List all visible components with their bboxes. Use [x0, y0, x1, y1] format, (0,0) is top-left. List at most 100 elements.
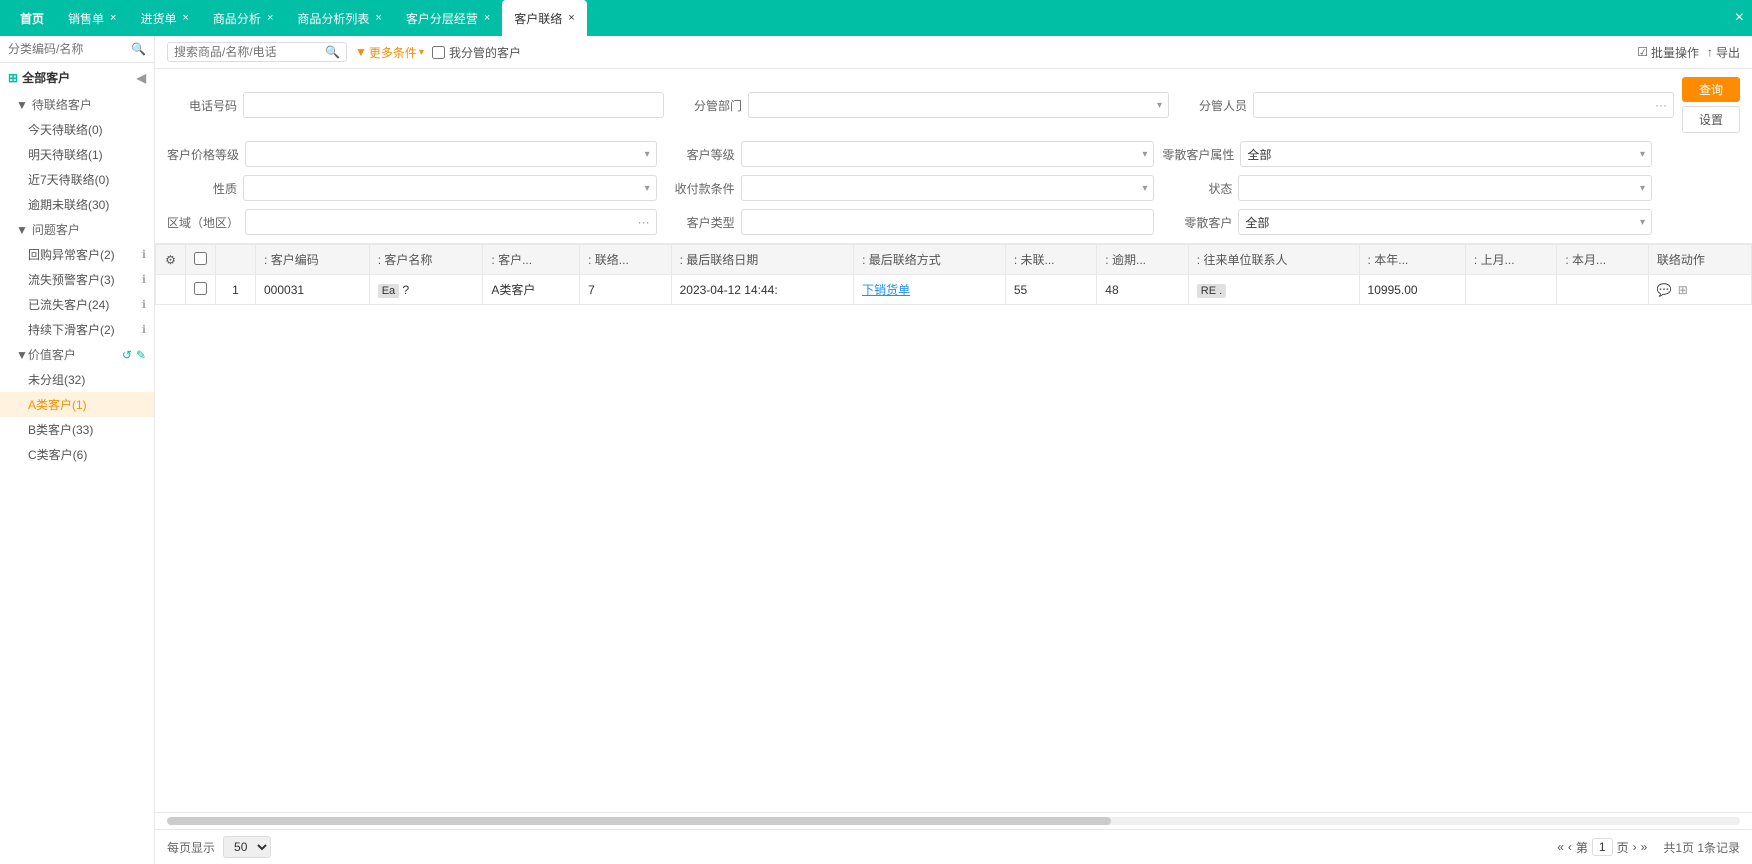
scroll-track[interactable]	[167, 817, 1740, 825]
row-seq: 1	[216, 275, 256, 305]
sidebar-item-a-class[interactable]: A类客户(1)	[0, 392, 154, 417]
close-segment-icon[interactable]: ×	[484, 12, 490, 24]
chevron-icon-5: ▾	[1142, 183, 1147, 194]
filter-search-box: 🔍	[167, 42, 347, 62]
row-checkbox[interactable]	[194, 282, 207, 295]
dept-select[interactable]: ▾	[748, 92, 1169, 118]
chat-icon[interactable]: 💬	[1657, 283, 1672, 297]
close-purchase-icon[interactable]: ×	[182, 12, 188, 24]
last-method-link[interactable]: 下销货单	[862, 283, 910, 297]
close-goods-analysis-icon[interactable]: ×	[267, 12, 273, 24]
customer-level-select[interactable]: ▾	[741, 141, 1155, 167]
sidebar-item-churned[interactable]: 已流失客户(24) ℹ	[0, 292, 154, 317]
close-goods-list-icon[interactable]: ×	[375, 12, 381, 24]
last-page-button[interactable]: »	[1641, 840, 1648, 854]
nav-goods-analysis-list[interactable]: 商品分析列表 ×	[285, 0, 393, 36]
name-column-header: : 客户名称	[369, 245, 483, 275]
region-select[interactable]: ···	[245, 209, 657, 235]
prev-page-button[interactable]: ‹	[1568, 840, 1572, 854]
problem-customers-section[interactable]: ▼ 问题客户	[0, 217, 154, 242]
chevron-icon-2: ▾	[1142, 149, 1147, 160]
sidebar-item-overdue-contact[interactable]: 逾期未联络(30)	[0, 192, 154, 217]
this-year-column-header: : 本年...	[1359, 245, 1465, 275]
customer-type-input[interactable]	[741, 209, 1155, 235]
sidebar-item-today-contact[interactable]: 今天待联络(0)	[0, 117, 154, 142]
current-page-input[interactable]: 1	[1592, 838, 1613, 856]
chevron-icon-7: ▾	[1640, 217, 1645, 228]
info-icon-3: ℹ	[142, 298, 146, 311]
my-customers-checkbox[interactable]	[432, 46, 445, 59]
type-column-header: : 客户...	[483, 245, 580, 275]
sidebar-search-input[interactable]	[8, 42, 131, 56]
dots-icon[interactable]: ···	[1655, 98, 1667, 112]
select-all-checkbox[interactable]	[194, 252, 207, 265]
sidebar-item-unclassified[interactable]: 未分组(32)	[0, 367, 154, 392]
nav-home[interactable]: 首页	[8, 0, 56, 36]
sidebar-item-churn-warning[interactable]: 流失预警客户(3) ℹ	[0, 267, 154, 292]
main-layout: 🔍 ⊞ 全部客户 ◀ ▼ 待联络客户 今天待联络(0) 明天待联络(1) 近7天…	[0, 36, 1752, 864]
retail-customer-select[interactable]: 全部 ▾	[1238, 209, 1652, 235]
section-arrow-icon-2: ▼	[16, 223, 28, 237]
sidebar-search-box: 🔍	[0, 36, 154, 63]
sidebar-item-c-class[interactable]: C类客户(6)	[0, 442, 154, 467]
price-level-select[interactable]: ▾	[245, 141, 657, 167]
retail-attr-select[interactable]: 全部 ▾	[1240, 141, 1652, 167]
filter-customer-level: 客户等级 ▾	[665, 141, 1155, 167]
person-select[interactable]: ···	[1253, 92, 1674, 118]
export-button[interactable]: ↑ 导出	[1707, 44, 1740, 61]
nav-customer-contact[interactable]: 客户联络 ×	[502, 0, 586, 36]
sidebar-search-icon[interactable]: 🔍	[131, 42, 146, 56]
my-customers-checkbox-area[interactable]: 我分管的客户	[432, 44, 521, 61]
sidebar-item-b-class[interactable]: B类客户(33)	[0, 417, 154, 442]
status-select[interactable]: ▾	[1238, 175, 1652, 201]
first-page-button[interactable]: «	[1557, 840, 1564, 854]
row-last-method[interactable]: 下销货单	[854, 275, 1006, 305]
query-button[interactable]: 查询	[1682, 77, 1740, 102]
close-contact-icon[interactable]: ×	[568, 12, 574, 24]
batch-ops-icon: ☑	[1637, 45, 1648, 59]
sidebar-item-repurchase-abnormal[interactable]: 回购异常客户(2) ℹ	[0, 242, 154, 267]
row-contact: 7	[580, 275, 671, 305]
page-label: 第	[1576, 839, 1588, 856]
more-conditions-button[interactable]: ▼ 更多条件 ▾	[355, 44, 424, 61]
region-dots-icon[interactable]: ···	[638, 215, 650, 229]
nature-select[interactable]: ▾	[243, 175, 657, 201]
edit-icon[interactable]: ✎	[136, 348, 146, 362]
per-page-select[interactable]: 50	[223, 836, 271, 858]
unit-contact-column-header: : 往来单位联系人	[1188, 245, 1359, 275]
all-customers-header[interactable]: ⊞ 全部客户 ◀	[0, 63, 154, 92]
sidebar-item-declining[interactable]: 持续下滑客户(2) ℹ	[0, 317, 154, 342]
settings-button[interactable]: 设置	[1682, 106, 1740, 133]
nav-customer-segment[interactable]: 客户分层经营 ×	[394, 0, 502, 36]
last-date-column-header: : 最后联络日期	[671, 245, 853, 275]
value-customers-section[interactable]: ▼ 价值客户 ↺ ✎	[0, 342, 154, 367]
sidebar-item-tomorrow-contact[interactable]: 明天待联络(1)	[0, 142, 154, 167]
table-header-row: ⚙ : 客户编码 : 客户名称	[156, 245, 1752, 275]
scroll-thumb[interactable]	[167, 817, 1111, 825]
close-sales-icon[interactable]: ×	[110, 12, 116, 24]
check-column-header[interactable]	[186, 245, 216, 275]
payment-select[interactable]: ▾	[741, 175, 1155, 201]
sidebar-item-7day-contact[interactable]: 近7天待联络(0)	[0, 167, 154, 192]
nav-purchase[interactable]: 进货单 ×	[128, 0, 200, 36]
retail-attr-label: 零散客户属性	[1162, 146, 1234, 163]
settings-gear[interactable]: ⚙	[165, 253, 176, 267]
phone-label: 电话号码	[167, 97, 237, 114]
row-checkbox-cell[interactable]	[186, 275, 216, 305]
dept-label: 分管部门	[672, 97, 742, 114]
grid-action-icon[interactable]: ⊞	[1678, 283, 1688, 297]
phone-input[interactable]	[243, 92, 664, 118]
filter-search-icon[interactable]: 🔍	[325, 45, 340, 59]
batch-ops-button[interactable]: ☑ 批量操作	[1637, 44, 1699, 61]
settings-column-header[interactable]: ⚙	[156, 245, 186, 275]
nav-goods-analysis[interactable]: 商品分析 ×	[201, 0, 285, 36]
filter-search-input[interactable]	[174, 45, 325, 59]
next-page-button[interactable]: ›	[1633, 840, 1637, 854]
nav-sales[interactable]: 销售单 ×	[56, 0, 128, 36]
region-label: 区域（地区）	[167, 214, 239, 231]
row-last-month	[1465, 275, 1556, 305]
pending-contact-section[interactable]: ▼ 待联络客户	[0, 92, 154, 117]
refresh-icon[interactable]: ↺	[122, 348, 132, 362]
close-all-button[interactable]: ×	[1735, 9, 1744, 27]
horizontal-scrollbar[interactable]	[155, 812, 1752, 829]
